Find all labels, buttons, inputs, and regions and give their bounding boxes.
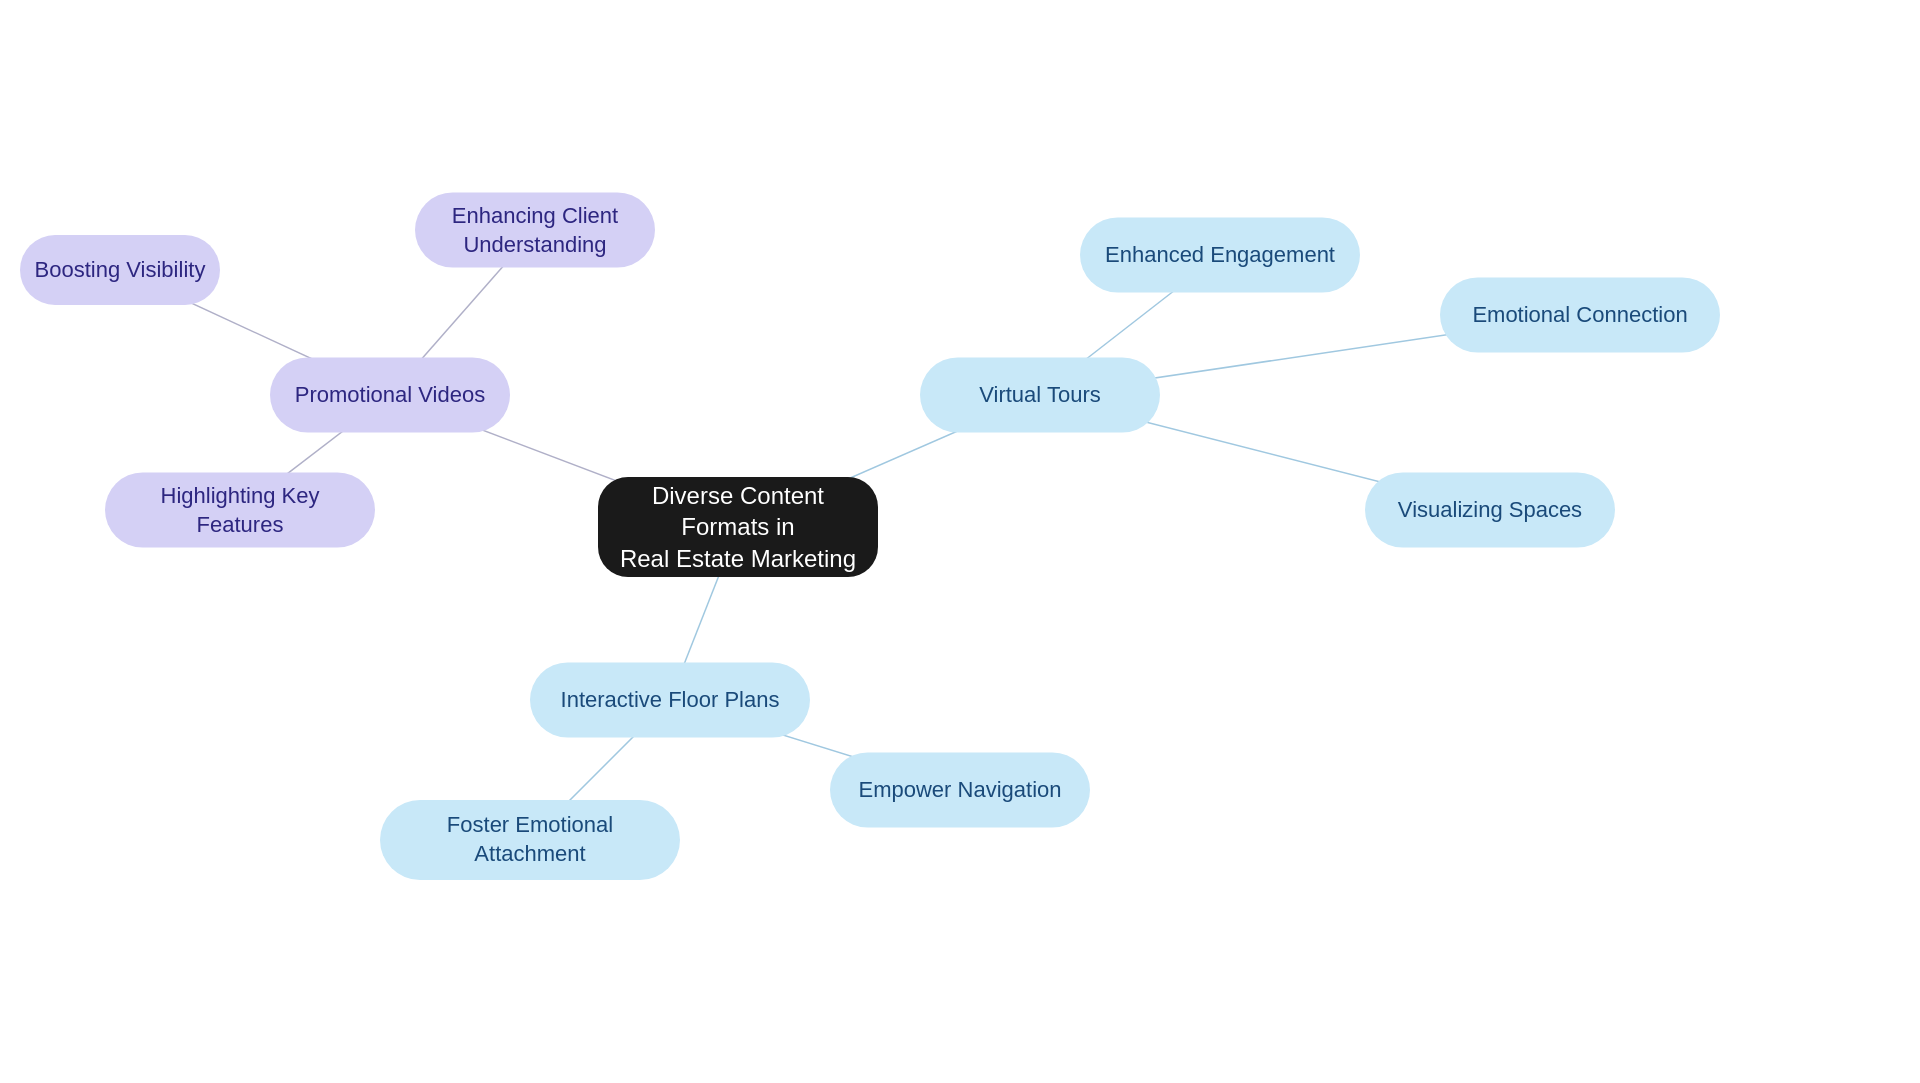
emotional-connection-label: Emotional Connection xyxy=(1462,301,1697,330)
foster-emotional-node[interactable]: Foster Emotional Attachment xyxy=(380,800,680,880)
visualizing-spaces-node[interactable]: Visualizing Spaces xyxy=(1365,473,1615,548)
boosting-visibility-node[interactable]: Boosting Visibility xyxy=(20,235,220,305)
highlighting-key-label: Highlighting Key Features xyxy=(105,481,375,538)
virtual-tours-node[interactable]: Virtual Tours xyxy=(920,358,1160,433)
promotional-videos-node[interactable]: Promotional Videos xyxy=(270,358,510,433)
emotional-connection-node[interactable]: Emotional Connection xyxy=(1440,278,1720,353)
enhancing-client-node[interactable]: Enhancing ClientUnderstanding xyxy=(415,193,655,268)
enhancing-client-label: Enhancing ClientUnderstanding xyxy=(442,201,628,258)
virtual-tours-label: Virtual Tours xyxy=(969,381,1110,410)
enhanced-engagement-node[interactable]: Enhanced Engagement xyxy=(1080,218,1360,293)
interactive-floor-plans-label: Interactive Floor Plans xyxy=(551,686,790,715)
boosting-visibility-label: Boosting Visibility xyxy=(25,256,216,285)
interactive-floor-plans-node[interactable]: Interactive Floor Plans xyxy=(530,663,810,738)
visualizing-spaces-label: Visualizing Spaces xyxy=(1388,496,1592,525)
enhanced-engagement-label: Enhanced Engagement xyxy=(1095,241,1345,270)
center-node[interactable]: Diverse Content Formats inReal Estate Ma… xyxy=(598,477,878,577)
empower-navigation-label: Empower Navigation xyxy=(849,776,1072,805)
foster-emotional-label: Foster Emotional Attachment xyxy=(380,811,680,868)
highlighting-key-node[interactable]: Highlighting Key Features xyxy=(105,473,375,548)
center-node-label: Diverse Content Formats inReal Estate Ma… xyxy=(598,480,878,574)
promotional-videos-label: Promotional Videos xyxy=(285,381,495,410)
empower-navigation-node[interactable]: Empower Navigation xyxy=(830,753,1090,828)
